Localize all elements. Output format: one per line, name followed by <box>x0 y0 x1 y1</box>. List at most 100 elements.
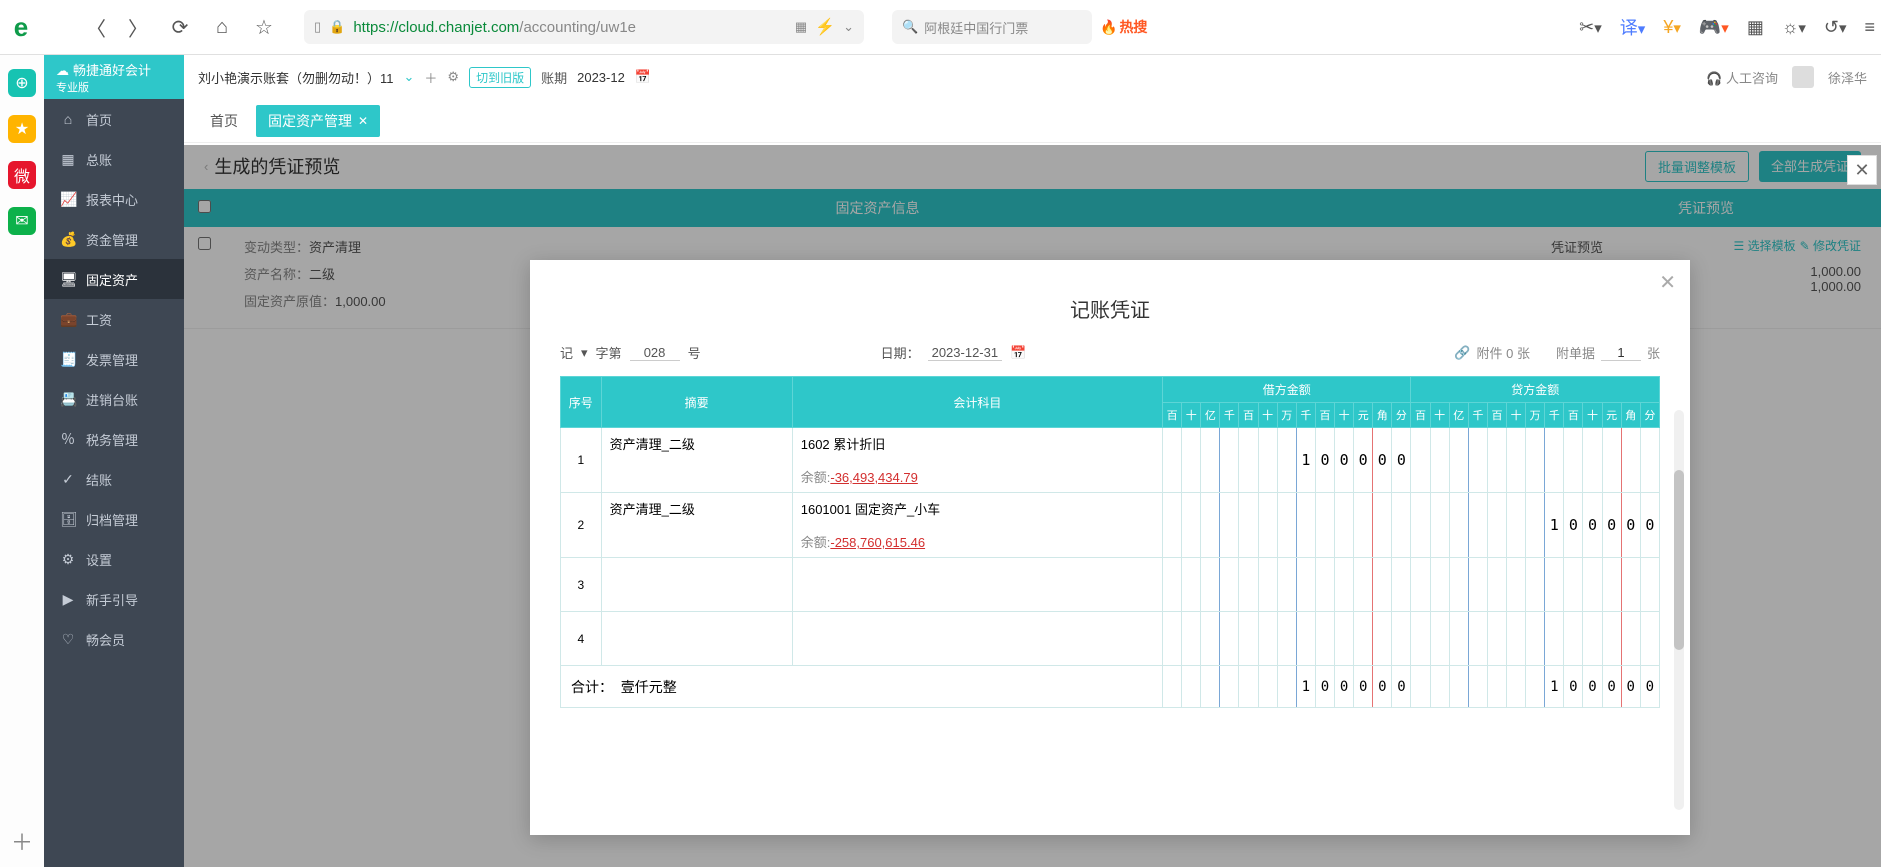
apps-icon[interactable]: ▦ <box>1747 17 1764 38</box>
sidebar-item-6[interactable]: 🧾发票管理 <box>44 339 184 379</box>
receipt-count-input[interactable]: 1 <box>1601 345 1641 361</box>
game-icon[interactable]: 🎮▾ <box>1699 17 1729 38</box>
digit-cell[interactable]: 0 <box>1335 666 1354 708</box>
modal-scrollbar[interactable] <box>1674 410 1684 810</box>
voucher-date[interactable]: 2023-12-31 <box>928 345 1003 361</box>
digit-cell[interactable]: 0 <box>1583 493 1602 558</box>
digit-cell[interactable]: 0 <box>1335 428 1354 493</box>
digit-cell[interactable]: 0 <box>1602 493 1621 558</box>
digit-cell[interactable] <box>1526 612 1545 666</box>
digit-cell[interactable] <box>1526 666 1545 708</box>
menu-icon[interactable]: ≡ <box>1864 17 1875 38</box>
digit-cell[interactable] <box>1258 493 1277 558</box>
bolt-icon[interactable]: ⚡ <box>815 17 835 37</box>
digit-cell[interactable] <box>1354 558 1373 612</box>
digit-cell[interactable] <box>1239 612 1258 666</box>
digit-cell[interactable] <box>1354 493 1373 558</box>
digit-cell[interactable] <box>1201 428 1220 493</box>
panel-close-button[interactable]: ✕ <box>1847 155 1877 185</box>
row-account[interactable] <box>792 558 1162 612</box>
digit-cell[interactable] <box>1296 612 1315 666</box>
digit-cell[interactable] <box>1201 666 1220 708</box>
book-dropdown-icon[interactable]: ⌄ <box>404 69 415 85</box>
digit-cell[interactable] <box>1602 612 1621 666</box>
digit-cell[interactable]: 0 <box>1640 666 1659 708</box>
sidebar-item-1[interactable]: ▦总账 <box>44 139 184 179</box>
digit-cell[interactable] <box>1315 612 1334 666</box>
digit-cell[interactable] <box>1564 428 1583 493</box>
digit-cell[interactable] <box>1277 428 1296 493</box>
scissors-icon[interactable]: ✂▾ <box>1579 17 1602 38</box>
digit-cell[interactable] <box>1640 558 1659 612</box>
qr-icon[interactable]: ▦ <box>795 19 807 35</box>
digit-cell[interactable]: 0 <box>1354 666 1373 708</box>
digit-cell[interactable]: 1 <box>1545 666 1564 708</box>
digit-cell[interactable] <box>1163 428 1182 493</box>
row-summary[interactable] <box>601 558 792 612</box>
digit-cell[interactable] <box>1201 493 1220 558</box>
digit-cell[interactable] <box>1182 558 1201 612</box>
rail-app-2[interactable]: ★ <box>8 115 36 143</box>
digit-cell[interactable] <box>1182 666 1201 708</box>
digit-cell[interactable] <box>1373 558 1392 612</box>
digit-cell[interactable] <box>1392 493 1411 558</box>
digit-cell[interactable] <box>1220 428 1239 493</box>
digit-cell[interactable] <box>1526 428 1545 493</box>
tab-fixed-asset[interactable]: 固定资产管理✕ <box>256 105 380 137</box>
row-account[interactable] <box>792 612 1162 666</box>
row-summary[interactable]: 资产清理_二级 <box>601 428 792 493</box>
url-bar[interactable]: ▯ 🔒 https://cloud.chanjet.com/accounting… <box>304 10 864 44</box>
digit-cell[interactable] <box>1220 493 1239 558</box>
digit-cell[interactable] <box>1545 428 1564 493</box>
digit-cell[interactable] <box>1430 666 1449 708</box>
rail-app-4[interactable]: ✉ <box>8 207 36 235</box>
digit-cell[interactable] <box>1507 428 1526 493</box>
book-name[interactable]: 刘小艳演示账套（勿删勿动！）11 <box>198 68 394 87</box>
close-icon[interactable]: ✕ <box>358 114 368 128</box>
digit-cell[interactable] <box>1296 493 1315 558</box>
digit-cell[interactable] <box>1335 493 1354 558</box>
digit-cell[interactable] <box>1277 493 1296 558</box>
digit-cell[interactable] <box>1602 428 1621 493</box>
digit-cell[interactable] <box>1640 612 1659 666</box>
digit-cell[interactable] <box>1449 558 1468 612</box>
digit-cell[interactable]: 0 <box>1564 493 1583 558</box>
digit-cell[interactable] <box>1507 493 1526 558</box>
hot-search-badge[interactable]: 🔥热搜 <box>1100 17 1147 37</box>
digit-cell[interactable] <box>1487 428 1506 493</box>
digit-cell[interactable] <box>1449 666 1468 708</box>
sidebar-item-8[interactable]: ％税务管理 <box>44 419 184 459</box>
back-icon[interactable]: 〈 <box>84 15 108 39</box>
digit-cell[interactable] <box>1468 558 1487 612</box>
digit-cell[interactable] <box>1220 666 1239 708</box>
headset-icon[interactable]: 🎧 人工咨询 <box>1706 68 1778 87</box>
sidebar-item-10[interactable]: 🗄归档管理 <box>44 499 184 539</box>
period-value[interactable]: 2023-12 <box>577 70 625 85</box>
digit-cell[interactable] <box>1392 612 1411 666</box>
digit-cell[interactable] <box>1277 666 1296 708</box>
sidebar-item-7[interactable]: 📇进销台账 <box>44 379 184 419</box>
digit-cell[interactable] <box>1430 612 1449 666</box>
digit-cell[interactable] <box>1487 493 1506 558</box>
digit-cell[interactable] <box>1201 558 1220 612</box>
history-icon[interactable]: ↺▾ <box>1824 17 1847 38</box>
digit-cell[interactable] <box>1430 558 1449 612</box>
digit-cell[interactable] <box>1163 666 1182 708</box>
digit-cell[interactable]: 0 <box>1392 428 1411 493</box>
tab-home[interactable]: 首页 <box>198 105 250 137</box>
digit-cell[interactable] <box>1430 493 1449 558</box>
user-name[interactable]: 徐泽华 <box>1828 68 1867 87</box>
sidebar-item-13[interactable]: ♡畅会员 <box>44 619 184 659</box>
digit-cell[interactable] <box>1182 493 1201 558</box>
sidebar-item-4[interactable]: 🖥固定资产 <box>44 259 184 299</box>
digit-cell[interactable] <box>1182 612 1201 666</box>
chevron-down-icon[interactable]: ⌄ <box>843 19 854 35</box>
attachment-icon[interactable]: 🔗 <box>1454 345 1470 361</box>
digit-cell[interactable] <box>1430 428 1449 493</box>
digit-cell[interactable] <box>1602 558 1621 612</box>
calendar-icon[interactable]: 📅 <box>635 69 651 85</box>
digit-cell[interactable] <box>1163 558 1182 612</box>
sidebar-item-12[interactable]: ▶新手引导 <box>44 579 184 619</box>
digit-cell[interactable] <box>1373 493 1392 558</box>
digit-cell[interactable] <box>1449 493 1468 558</box>
